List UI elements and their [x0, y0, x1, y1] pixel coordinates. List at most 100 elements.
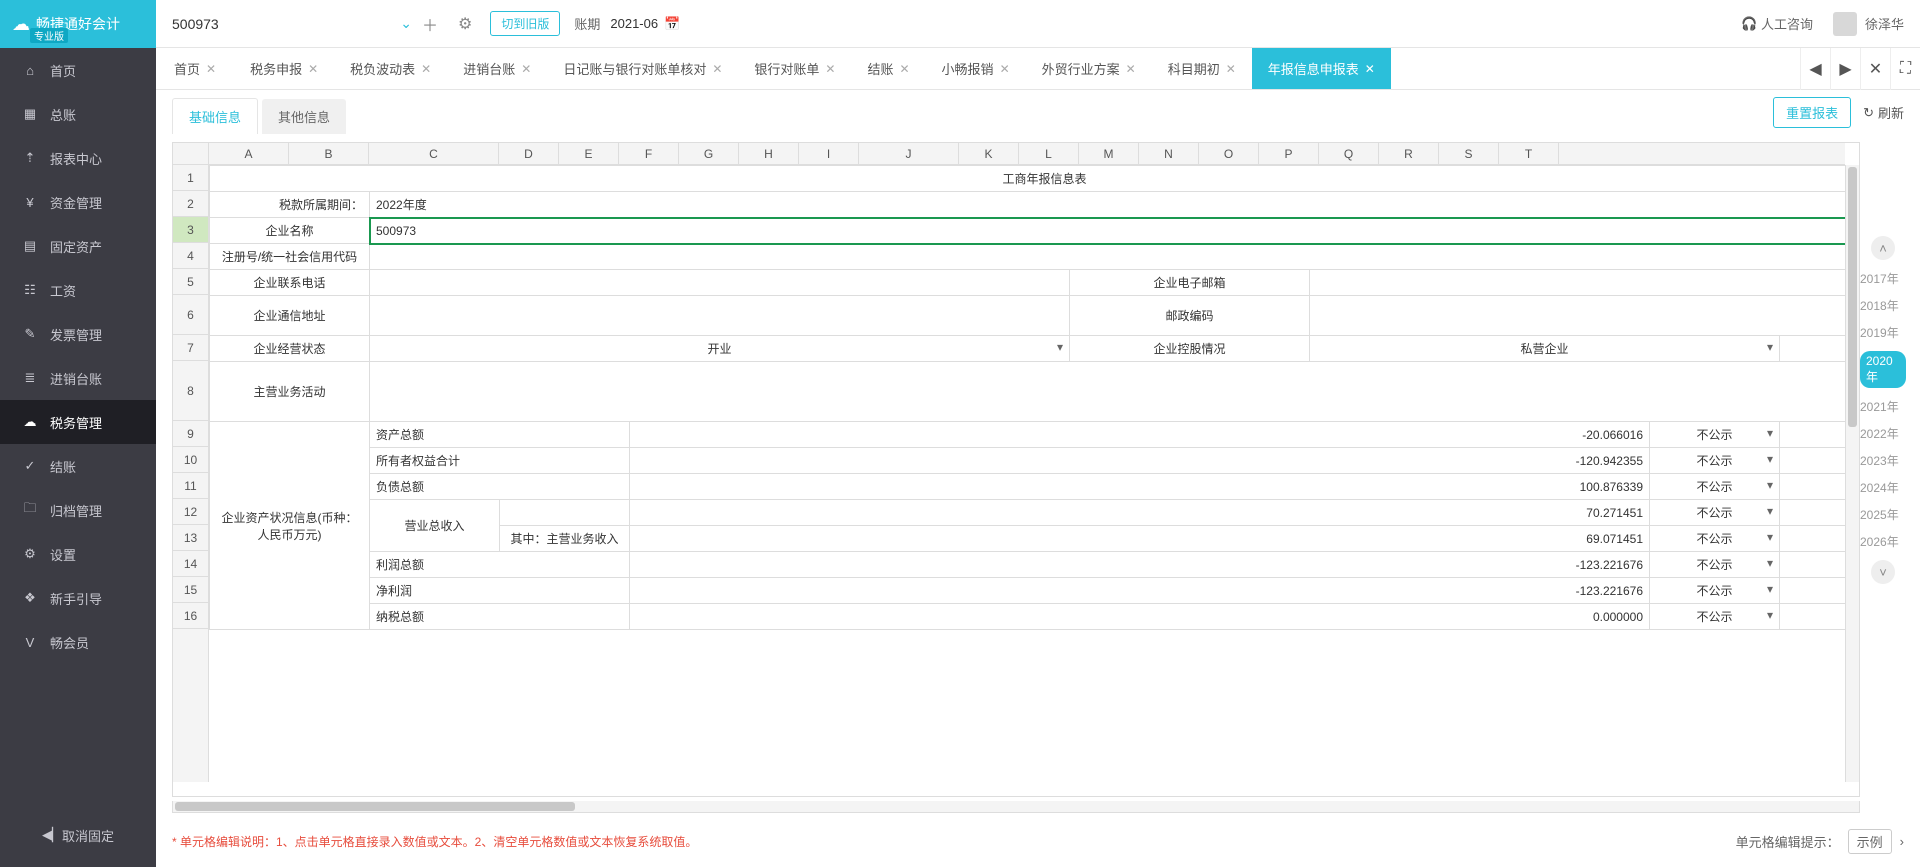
col-Q[interactable]: Q — [1319, 143, 1379, 164]
grid[interactable]: 工商年报信息表 税款所属期间： 2022年度 企业名称 500973 注册号/统… — [209, 165, 1845, 782]
example-button[interactable]: 示例 — [1848, 829, 1892, 854]
r15-publish[interactable]: 不公示 — [1650, 578, 1780, 604]
col-N[interactable]: N — [1139, 143, 1199, 164]
r15-value[interactable]: -123.221676 — [630, 578, 1650, 604]
r10-value[interactable]: -120.942355 — [630, 448, 1650, 474]
r12-publish[interactable]: 不公示 — [1650, 500, 1780, 526]
subtab-basic[interactable]: 基础信息 — [172, 98, 258, 134]
r16-publish[interactable]: 不公示 — [1650, 604, 1780, 630]
col-S[interactable]: S — [1439, 143, 1499, 164]
year-2025年[interactable]: 2025年 — [1860, 506, 1906, 523]
col-K[interactable]: K — [959, 143, 1019, 164]
col-I[interactable]: I — [799, 143, 859, 164]
nav-资金管理[interactable]: ¥资金管理 — [0, 180, 156, 224]
horizontal-scrollbar[interactable] — [172, 801, 1860, 813]
tax-period-value[interactable]: 2022年度 — [370, 192, 1846, 218]
r16-value[interactable]: 0.000000 — [630, 604, 1650, 630]
subtab-other[interactable]: 其他信息 — [262, 99, 346, 134]
nav-工资[interactable]: ☷工资 — [0, 268, 156, 312]
nav-设置[interactable]: ⚙设置 — [0, 532, 156, 576]
close-icon[interactable]: ✕ — [1000, 62, 1010, 76]
tabs-scroll-left[interactable]: ◀ — [1800, 48, 1830, 90]
row-1[interactable]: 1 — [173, 165, 208, 191]
row-12[interactable]: 12 — [173, 499, 208, 525]
phone-cell[interactable] — [370, 270, 1070, 296]
reset-report-button[interactable]: 重置报表 — [1773, 97, 1851, 128]
col-C[interactable]: C — [369, 143, 499, 164]
status-select[interactable]: 开业 — [370, 336, 1070, 362]
vertical-scrollbar[interactable] — [1845, 165, 1859, 782]
r13-value[interactable]: 69.071451 — [630, 526, 1650, 552]
close-icon[interactable]: ✕ — [521, 62, 531, 76]
nav-结账[interactable]: ✓结账 — [0, 444, 156, 488]
year-2021年[interactable]: 2021年 — [1860, 398, 1906, 415]
tab-科目期初[interactable]: 科目期初✕ — [1152, 48, 1252, 89]
main-activity-cell[interactable] — [370, 362, 1846, 422]
r9-value[interactable]: -20.066016 — [630, 422, 1650, 448]
year-2017年[interactable]: 2017年 — [1860, 270, 1906, 287]
year-2024年[interactable]: 2024年 — [1860, 479, 1906, 496]
consult-button[interactable]: 🎧 人工咨询 — [1741, 14, 1813, 33]
unpin-button[interactable]: ◀▏ 取消固定 — [0, 815, 156, 855]
col-J[interactable]: J — [859, 143, 959, 164]
user-menu[interactable]: 徐泽华 — [1833, 12, 1904, 36]
nav-新手引导[interactable]: ❖新手引导 — [0, 576, 156, 620]
row-5[interactable]: 5 — [173, 269, 208, 295]
close-icon[interactable]: ✕ — [1365, 62, 1375, 76]
row-9[interactable]: 9 — [173, 421, 208, 447]
r10-publish[interactable]: 不公示 — [1650, 448, 1780, 474]
address-cell[interactable] — [370, 296, 1070, 336]
col-B[interactable]: B — [289, 143, 369, 164]
reg-no-cell[interactable] — [370, 244, 1846, 270]
r12-value[interactable]: 70.271451 — [630, 500, 1650, 526]
tabs-close-all[interactable]: ✕ — [1860, 48, 1890, 90]
col-R[interactable]: R — [1379, 143, 1439, 164]
tab-小畅报销[interactable]: 小畅报销✕ — [926, 48, 1026, 89]
email-cell[interactable] — [1310, 270, 1846, 296]
year-up-button[interactable]: ˄ — [1871, 236, 1895, 260]
r11-value[interactable]: 100.876339 — [630, 474, 1650, 500]
row-10[interactable]: 10 — [173, 447, 208, 473]
holding-select[interactable]: 私营企业 — [1310, 336, 1780, 362]
year-2022年[interactable]: 2022年 — [1860, 425, 1906, 442]
close-icon[interactable]: ✕ — [825, 62, 835, 76]
tab-年报信息申报表[interactable]: 年报信息申报表✕ — [1252, 48, 1391, 89]
close-icon[interactable]: ✕ — [1126, 62, 1136, 76]
tab-日记账与银行对账单核对[interactable]: 日记账与银行对账单核对✕ — [547, 48, 738, 89]
row-15[interactable]: 15 — [173, 577, 208, 603]
r13-publish[interactable]: 不公示 — [1650, 526, 1780, 552]
close-icon[interactable]: ✕ — [899, 62, 909, 76]
row-7[interactable]: 7 — [173, 335, 208, 361]
add-icon[interactable]: ＋ — [422, 12, 438, 36]
year-2023年[interactable]: 2023年 — [1860, 452, 1906, 469]
refresh-button[interactable]: ↻ 刷新 — [1863, 103, 1904, 122]
row-2[interactable]: 2 — [173, 191, 208, 217]
col-O[interactable]: O — [1199, 143, 1259, 164]
nav-归档管理[interactable]: 🗀归档管理 — [0, 488, 156, 532]
r11-publish[interactable]: 不公示 — [1650, 474, 1780, 500]
r14-value[interactable]: -123.221676 — [630, 552, 1650, 578]
period-value[interactable]: 2021-06 — [610, 16, 658, 31]
close-icon[interactable]: ✕ — [712, 62, 722, 76]
company-selector[interactable]: 500973 ⌄ — [172, 15, 412, 32]
tab-进销台账[interactable]: 进销台账✕ — [447, 48, 547, 89]
row-3[interactable]: 3 — [173, 217, 208, 243]
tab-外贸行业方案[interactable]: 外贸行业方案✕ — [1026, 48, 1152, 89]
tab-税务申报[interactable]: 税务申报✕ — [234, 48, 334, 89]
close-icon[interactable]: ✕ — [206, 62, 216, 76]
year-2026年[interactable]: 2026年 — [1860, 533, 1906, 550]
gear-icon[interactable]: ⚙ — [458, 14, 472, 34]
company-name-cell[interactable]: 500973 — [370, 218, 1846, 244]
col-P[interactable]: P — [1259, 143, 1319, 164]
select-all-cell[interactable] — [173, 143, 209, 165]
col-G[interactable]: G — [679, 143, 739, 164]
close-icon[interactable]: ✕ — [1226, 62, 1236, 76]
r9-publish[interactable]: 不公示 — [1650, 422, 1780, 448]
nav-固定资产[interactable]: ▤固定资产 — [0, 224, 156, 268]
close-icon[interactable]: ✕ — [421, 62, 431, 76]
nav-总账[interactable]: ▦总账 — [0, 92, 156, 136]
tabs-scroll-right[interactable]: ▶ — [1830, 48, 1860, 90]
zip-cell[interactable] — [1310, 296, 1846, 336]
nav-税务管理[interactable]: ☁税务管理 — [0, 400, 156, 444]
close-icon[interactable]: ✕ — [308, 62, 318, 76]
